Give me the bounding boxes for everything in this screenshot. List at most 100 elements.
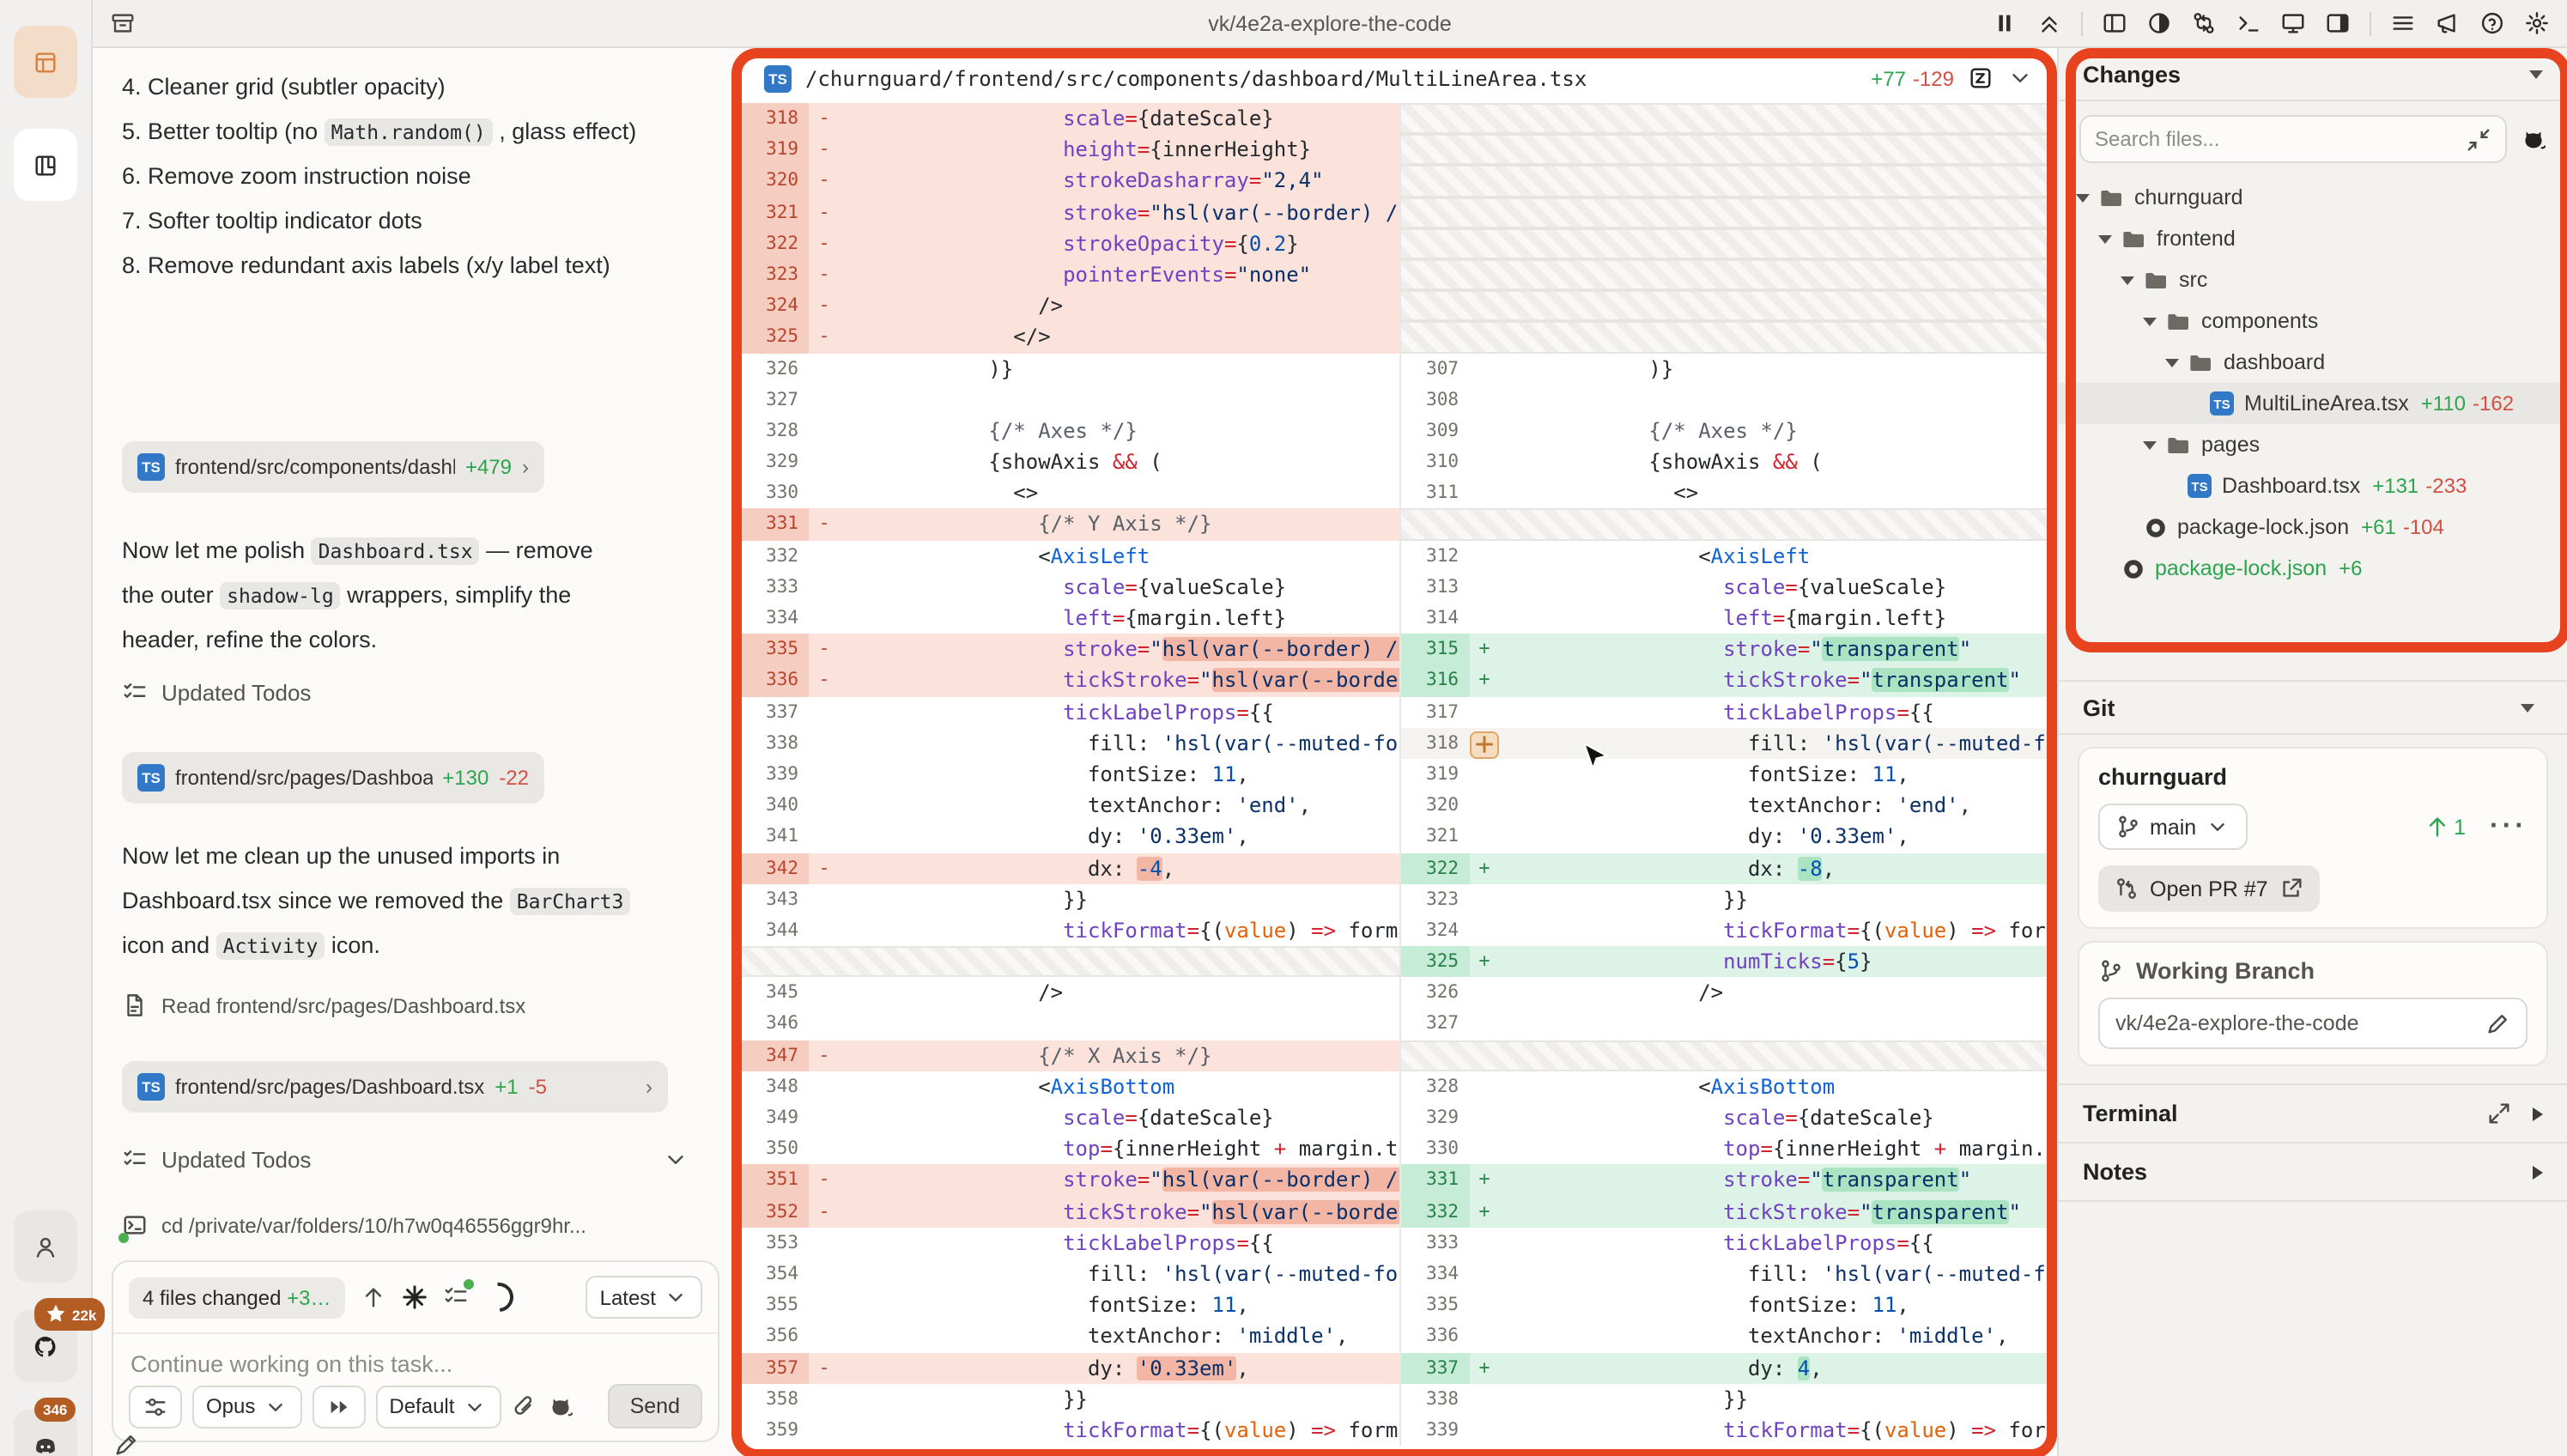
diff-row[interactable]: 355 fontSize: 11,335 fontSize: 11,: [740, 1289, 2057, 1320]
diff-row[interactable]: 340 textAnchor: 'end',320 textAnchor: 'e…: [740, 790, 2057, 821]
diff-row[interactable]: 336- tickStroke="hsl(var(--border) / 0.4…: [740, 665, 2057, 696]
diff-row[interactable]: 357- dy: '0.33em',337+ dy: 4,: [740, 1352, 2057, 1383]
diff-row[interactable]: 346327: [740, 1009, 2057, 1040]
monitor-icon[interactable]: [2280, 10, 2306, 36]
tree-folder-components[interactable]: components: [2059, 300, 2567, 342]
megaphone-icon[interactable]: [2435, 10, 2461, 36]
panel-right-icon[interactable]: [2325, 10, 2351, 36]
diff-row[interactable]: 319- height={innerHeight}: [740, 134, 2057, 165]
diff-row[interactable]: 343 }}323 }}: [740, 883, 2057, 914]
chevron-down-icon[interactable]: [663, 1147, 689, 1173]
diff-row[interactable]: 325+ numTicks={5}: [740, 946, 2057, 977]
diff-row[interactable]: 351- stroke="hsl(var(--border) / 0.4)"33…: [740, 1165, 2057, 1196]
terminal-prompt-icon[interactable]: [2236, 10, 2261, 36]
updated-todos-row[interactable]: Updated Todos: [122, 680, 311, 706]
diff-row[interactable]: 349 scale={dateScale}329 scale={dateScal…: [740, 1102, 2057, 1133]
diff-row[interactable]: 354 fill: 'hsl(var(--muted-foreground))'…: [740, 1259, 2057, 1289]
file-change-chip[interactable]: TS frontend/src/pages/Dashboard.tsx +1 -…: [122, 1061, 668, 1113]
cat-icon[interactable]: [2521, 126, 2546, 152]
diff-row[interactable]: 339 fontSize: 11,319 fontSize: 11,: [740, 759, 2057, 790]
pause-icon[interactable]: [1992, 10, 2018, 36]
diff-row[interactable]: 342- dx: -4,322+ dx: -8,: [740, 852, 2057, 883]
tree-folder-frontend[interactable]: frontend: [2059, 218, 2567, 259]
diff-row[interactable]: 352- tickStroke="hsl(var(--border) / 0.4…: [740, 1196, 2057, 1227]
pen-icon[interactable]: [113, 1432, 139, 1456]
diff-row[interactable]: 335- stroke="hsl(var(--border) / 0.4)"31…: [740, 634, 2057, 664]
diff-row[interactable]: 329 {showAxis && (310 {showAxis && (: [740, 446, 2057, 477]
file-change-chip[interactable]: TS frontend/src/components/dashboa... +4…: [122, 441, 544, 493]
branch-dropdown[interactable]: main: [2098, 804, 2248, 850]
todos-indicator[interactable]: [443, 1284, 469, 1310]
more-menu[interactable]: ···: [2490, 811, 2528, 842]
updated-todos-row[interactable]: Updated Todos: [122, 1147, 689, 1173]
diff-row[interactable]: 328 {/* Axes */}309 {/* Axes */}: [740, 416, 2057, 446]
settings-icon[interactable]: [2524, 10, 2550, 36]
send-button[interactable]: Send: [608, 1384, 702, 1429]
notes-section-header[interactable]: Notes: [2059, 1144, 2567, 1202]
paperclip-icon[interactable]: [511, 1393, 537, 1419]
diff-row[interactable]: 356 textAnchor: 'middle',336 textAnchor:…: [740, 1321, 2057, 1352]
diff-row[interactable]: 324- />: [740, 290, 2057, 321]
file-search-input[interactable]: Search files...: [2079, 115, 2507, 163]
diff-row[interactable]: 337 tickLabelProps={{317 tickLabelProps=…: [740, 696, 2057, 727]
diff-row[interactable]: 327308: [740, 384, 2057, 415]
tree-folder-pages[interactable]: pages: [2059, 424, 2567, 465]
diff-row[interactable]: 333 scale={valueScale}313 scale={valueSc…: [740, 572, 2057, 603]
diff-row[interactable]: 334 left={margin.left}314 left={margin.l…: [740, 603, 2057, 634]
edit-pencil-icon[interactable]: [2485, 1010, 2510, 1036]
tree-file-Dashboard.tsx[interactable]: TSDashboard.tsx+131-233: [2059, 465, 2567, 507]
terminal-command-row[interactable]: cd /private/var/folders/10/h7w0q46556ggr…: [122, 1212, 586, 1238]
diff-row[interactable]: 358 }}338 }}: [740, 1383, 2057, 1414]
github-link-button[interactable]: 22k: [14, 1310, 77, 1382]
diff-row[interactable]: 318- scale={dateScale}: [740, 103, 2057, 134]
cat-icon[interactable]: [547, 1393, 573, 1419]
file-change-chip[interactable]: TS frontend/src/pages/Dashboar... +130 -…: [122, 752, 544, 804]
chevron-down-icon[interactable]: [2007, 65, 2033, 91]
diff-row[interactable]: 348 <AxisBottom328 <AxisBottom: [740, 1071, 2057, 1102]
diff-row[interactable]: 350 top={innerHeight + margin.top / 2}33…: [740, 1133, 2057, 1164]
tree-folder-src[interactable]: src: [2059, 259, 2567, 300]
account-button[interactable]: [14, 1210, 77, 1283]
working-branch-input[interactable]: vk/4e2a-explore-the-code: [2098, 998, 2528, 1049]
diff-row[interactable]: 344 tickFormat={(value) => formatValue(v…: [740, 915, 2057, 946]
workspace-layout-button[interactable]: [14, 26, 77, 98]
add-comment-button[interactable]: [1469, 731, 1498, 759]
tree-folder-dashboard[interactable]: dashboard: [2059, 342, 2567, 383]
fast-forward-button[interactable]: [312, 1385, 365, 1428]
diff-row[interactable]: 331- {/* Y Axis */}: [740, 509, 2057, 540]
diff-row[interactable]: 321- stroke="hsl(var(--border) / 0.3)": [740, 197, 2057, 228]
model-dropdown[interactable]: Opus: [192, 1385, 301, 1428]
diff-row[interactable]: 325- </>: [740, 322, 2057, 353]
arrow-up-icon[interactable]: [361, 1284, 386, 1310]
diff-row[interactable]: 326 )}307 )}: [740, 353, 2057, 384]
git-header[interactable]: Git: [2059, 680, 2567, 735]
git-compare-icon[interactable]: [2191, 10, 2217, 36]
diff-row[interactable]: 332 <AxisLeft312 <AxisLeft: [740, 540, 2057, 571]
tree-folder-churnguard[interactable]: churnguard: [2059, 177, 2567, 218]
tree-file-package-lock.json[interactable]: package-lock.json+6: [2059, 548, 2567, 589]
message-input[interactable]: Continue working on this task...: [113, 1334, 718, 1377]
help-icon[interactable]: [2479, 10, 2505, 36]
panel-left-icon[interactable]: [2102, 10, 2127, 36]
version-dropdown[interactable]: Latest: [586, 1276, 702, 1319]
menu-icon[interactable]: [2390, 10, 2416, 36]
diff-row[interactable]: 359 tickFormat={(value) => formatDate(va…: [740, 1415, 2057, 1446]
diff-row[interactable]: 330 <>311 <>: [740, 478, 2057, 509]
tree-file-MultiLineArea.tsx[interactable]: TSMultiLineArea.tsx+110-162: [2059, 383, 2567, 424]
diff-row[interactable]: 322- strokeOpacity={0.2}: [740, 228, 2057, 259]
open-pr-button[interactable]: Open PR #7: [2098, 865, 2320, 912]
settings-sliders-button[interactable]: [129, 1385, 182, 1428]
tree-file-package-lock.json[interactable]: package-lock.json+61-104: [2059, 507, 2567, 548]
diff-row[interactable]: 323- pointerEvents="none": [740, 259, 2057, 290]
read-file-row[interactable]: Read frontend/src/pages/Dashboard.tsx: [122, 992, 525, 1018]
terminal-section-header[interactable]: Terminal: [2059, 1083, 2567, 1144]
diff-row[interactable]: 341 dy: '0.33em',321 dy: '0.33em',: [740, 822, 2057, 852]
files-changed-chip[interactable]: 4 files changed +3…: [129, 1277, 345, 1318]
diff-row[interactable]: 353 tickLabelProps={{333 tickLabelProps=…: [740, 1228, 2057, 1259]
diff-row[interactable]: 345 />326 />: [740, 978, 2057, 1009]
discord-link-button[interactable]: 346: [14, 1410, 77, 1456]
theme-contrast-icon[interactable]: [2146, 10, 2172, 36]
expand-icon[interactable]: [2486, 1101, 2512, 1126]
changes-header[interactable]: Changes: [2059, 48, 2567, 101]
collapse-diagonal-icon[interactable]: [2466, 126, 2491, 152]
